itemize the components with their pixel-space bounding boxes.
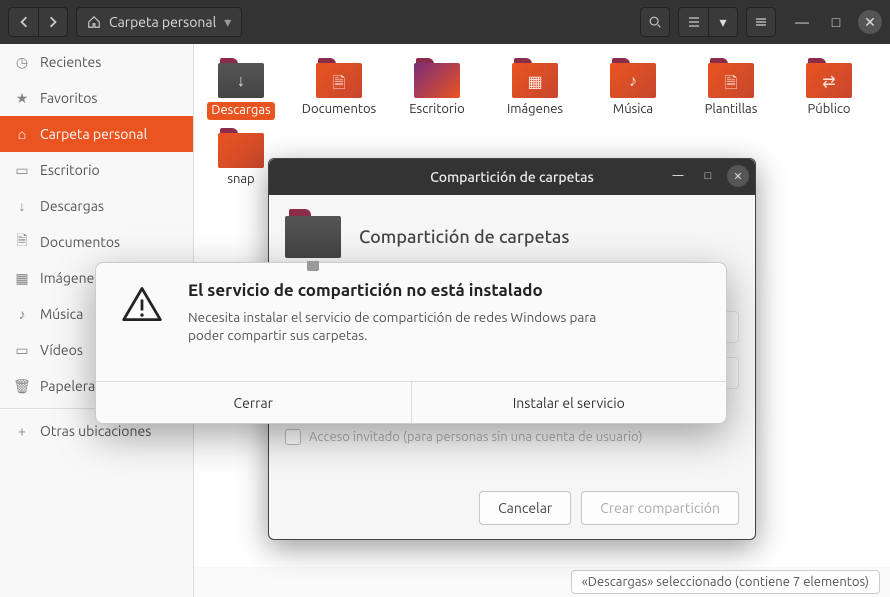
- file-item-documents[interactable]: 🗎Documentos: [300, 54, 378, 124]
- view-dropdown-button[interactable]: ▾: [708, 7, 738, 37]
- folder-icon: [218, 128, 264, 168]
- path-label: Carpeta personal: [109, 14, 216, 30]
- folder-icon: 🗎: [708, 58, 754, 98]
- cancel-button[interactable]: Cancelar: [479, 491, 571, 525]
- sidebar-item-recent[interactable]: ◷Recientes: [0, 44, 193, 80]
- file-item-public[interactable]: ⇄Público: [790, 54, 868, 124]
- clock-icon: ◷: [14, 54, 30, 70]
- close-button[interactable]: ✕: [858, 10, 882, 34]
- dialog-header: Compartición de carpetas — □ ✕: [269, 159, 755, 195]
- dialog-minimize-button[interactable]: —: [667, 165, 689, 187]
- headerbar: Carpeta personal ▾ ▾ — □ ✕: [0, 0, 890, 44]
- hamburger-menu-button[interactable]: [746, 7, 776, 37]
- desktop-icon: ▭: [14, 162, 30, 178]
- image-icon: ▦: [14, 270, 30, 286]
- alert-message: Necesita instalar el servicio de compart…: [188, 308, 618, 344]
- home-icon: ⌂: [14, 126, 30, 142]
- alert-title: El servicio de compartición no está inst…: [188, 281, 618, 300]
- warning-icon: [118, 281, 166, 329]
- star-icon: ★: [14, 90, 30, 106]
- share-folder-icon: [285, 209, 341, 265]
- dialog-subtitle: Compartición de carpetas: [359, 227, 570, 247]
- file-item-templates[interactable]: 🗎Plantillas: [692, 54, 770, 124]
- sidebar-item-starred[interactable]: ★Favoritos: [0, 80, 193, 116]
- forward-button[interactable]: [38, 7, 68, 37]
- dialog-close-button[interactable]: ✕: [727, 165, 749, 187]
- list-view-button[interactable]: [678, 7, 708, 37]
- chevron-down-icon: ▾: [224, 14, 231, 31]
- path-bar[interactable]: Carpeta personal ▾: [76, 7, 242, 37]
- dialog-maximize-button[interactable]: □: [697, 165, 719, 187]
- sidebar-item-home[interactable]: ⌂Carpeta personal: [0, 116, 193, 152]
- home-icon: [87, 15, 101, 29]
- file-item-pictures[interactable]: ▦Imágenes: [496, 54, 574, 124]
- window-controls: — □ ✕: [790, 10, 882, 34]
- download-icon: ↓: [14, 198, 30, 214]
- folder-icon: ↓: [218, 58, 264, 98]
- music-icon: ♪: [14, 306, 30, 322]
- file-item-music[interactable]: ♪Música: [594, 54, 672, 124]
- document-icon: 🗎: [14, 234, 30, 250]
- alert-dialog: El servicio de compartición no está inst…: [95, 262, 727, 424]
- nav-buttons: [8, 7, 68, 37]
- file-item-downloads[interactable]: ↓Descargas: [202, 54, 280, 124]
- folder-icon: ▦: [512, 58, 558, 98]
- maximize-button[interactable]: □: [824, 10, 848, 34]
- alert-close-button[interactable]: Cerrar: [96, 382, 412, 423]
- video-icon: ▭: [14, 342, 30, 358]
- folder-icon: ♪: [610, 58, 656, 98]
- create-share-button[interactable]: Crear compartición: [581, 491, 739, 525]
- back-button[interactable]: [8, 7, 38, 37]
- plus-icon: +: [14, 423, 30, 439]
- sidebar-item-desktop[interactable]: ▭Escritorio: [0, 152, 193, 188]
- minimize-button[interactable]: —: [790, 10, 814, 34]
- folder-icon: 🗎: [316, 58, 362, 98]
- status-text: «Descargas» seleccionado (contiene 7 ele…: [571, 570, 880, 594]
- view-mode-group: ▾: [678, 7, 738, 37]
- alert-install-button[interactable]: Instalar el servicio: [412, 382, 727, 423]
- folder-icon: ⇄: [806, 58, 852, 98]
- sidebar-item-documents[interactable]: 🗎Documentos: [0, 224, 193, 260]
- checkbox-icon: [285, 429, 301, 445]
- dialog-title: Compartición de carpetas: [430, 169, 594, 185]
- guest-access-row[interactable]: Acceso invitado (para personas sin una c…: [285, 429, 739, 445]
- file-item-desktop[interactable]: Escritorio: [398, 54, 476, 124]
- trash-icon: 🗑: [14, 378, 30, 394]
- sidebar-item-downloads[interactable]: ↓Descargas: [0, 188, 193, 224]
- statusbar: «Descargas» seleccionado (contiene 7 ele…: [194, 567, 890, 597]
- search-button[interactable]: [640, 7, 670, 37]
- folder-icon: [414, 58, 460, 98]
